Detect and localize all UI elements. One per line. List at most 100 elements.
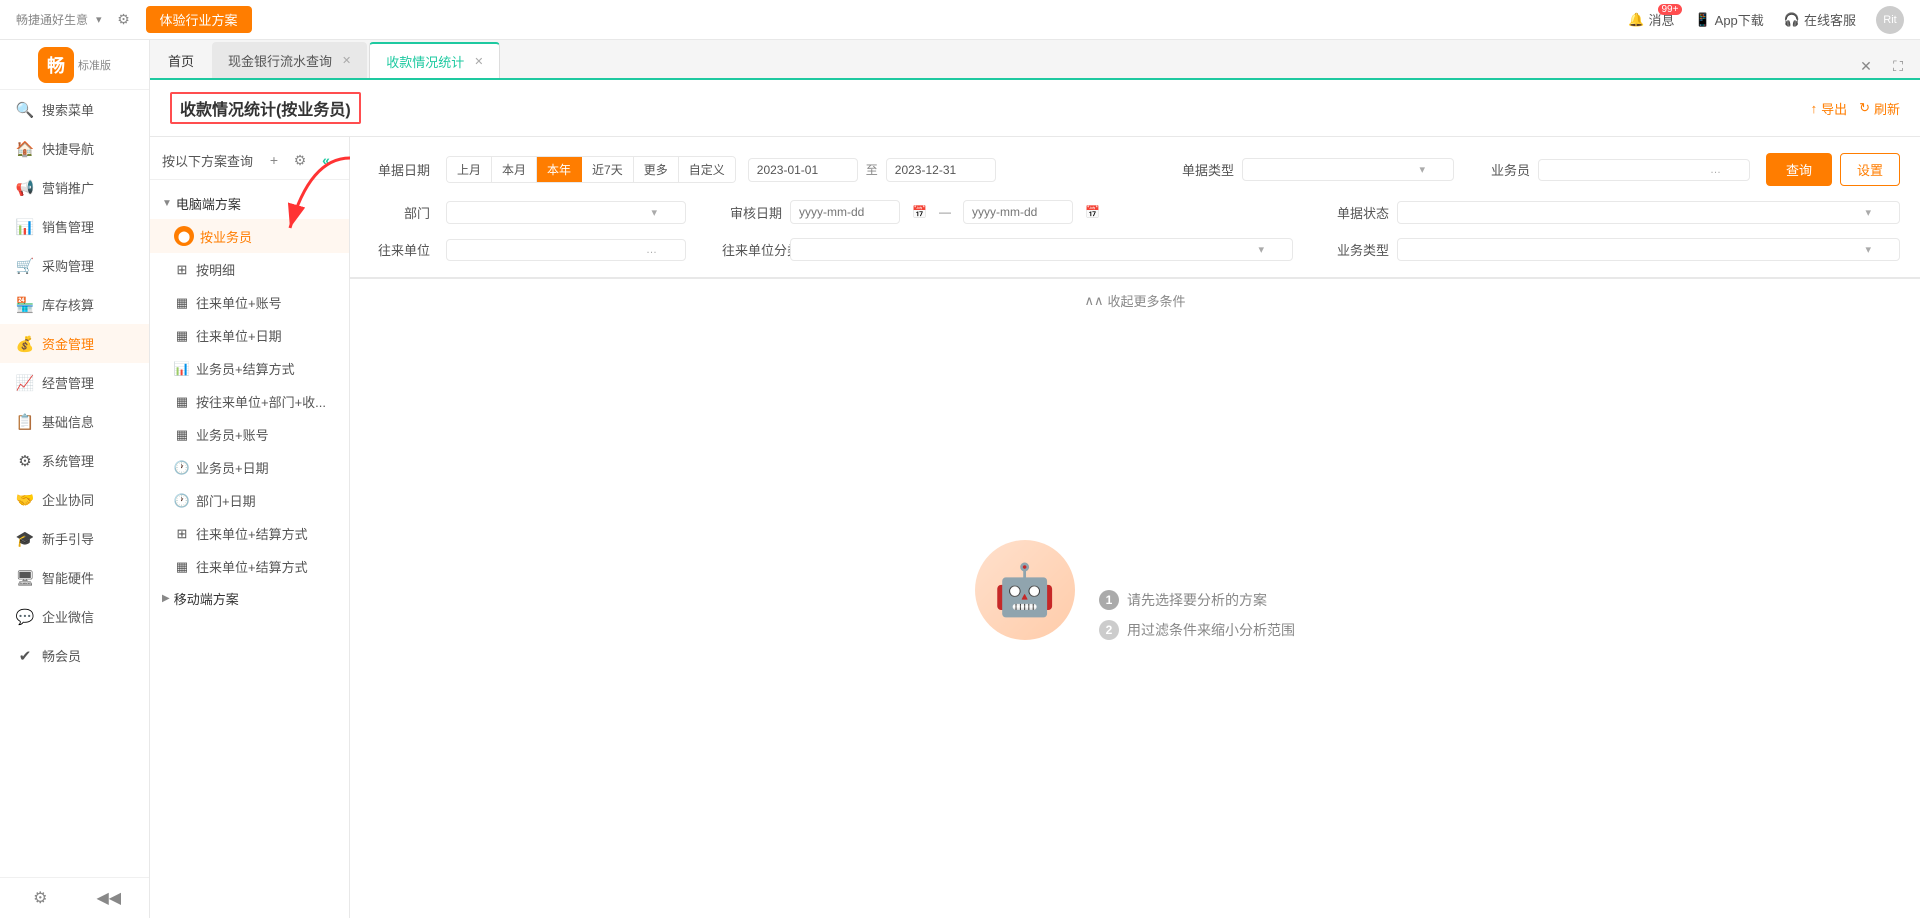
sidebar-item-operations[interactable]: 📈 经营管理 (0, 363, 149, 402)
tab-home[interactable]: 首页 (152, 42, 210, 78)
counterpart-select[interactable]: … (446, 239, 686, 261)
tab-close-all-btn[interactable]: ✕ (1854, 54, 1878, 78)
refresh-button[interactable]: ↻ 刷新 (1859, 99, 1900, 118)
review-date-end-cal[interactable]: 📅 (1085, 205, 1100, 219)
salesperson-filter: 业务员 … (1470, 159, 1750, 181)
tree-collapse-icon: ▶ (162, 593, 170, 604)
export-button[interactable]: ↑ 导出 (1811, 99, 1848, 118)
main-content: 按以下方案查询 + ⚙ « ▼ 电脑端方案 ⬤ (150, 137, 1920, 918)
sidebar-item-inventory-label: 库存核算 (42, 295, 94, 314)
voucher-type-select[interactable]: ▾ (1242, 158, 1454, 181)
collapse-btn[interactable]: ◀◀ (79, 888, 140, 908)
sidebar-item-wechat[interactable]: 💬 企业微信 (0, 597, 149, 636)
date-tab-this-year[interactable]: 本年 (537, 157, 582, 182)
date-tab-custom[interactable]: 自定义 (679, 157, 735, 182)
collapse-more-bar[interactable]: ∧∧ 收起更多条件 (350, 278, 1920, 322)
sidebar-item-member-label: 畅会员 (42, 646, 81, 665)
empty-illustration: 🤖 (975, 540, 1075, 640)
tree-item-unit-date[interactable]: ▦ 往来单位+日期 (150, 319, 349, 352)
sidebar-item-member[interactable]: ✔ 畅会员 (0, 636, 149, 675)
date-tab-more[interactable]: 更多 (634, 157, 679, 182)
date-tab-7days[interactable]: 近7天 (582, 157, 634, 182)
sidebar-item-marketing[interactable]: 📢 营销推广 (0, 168, 149, 207)
sidebar-item-system[interactable]: ⚙ 系统管理 (0, 441, 149, 480)
counterpart-type-select[interactable]: ▾ (790, 238, 1293, 261)
date-tab-last-month[interactable]: 上月 (447, 157, 492, 182)
review-date-start-cal[interactable]: 📅 (912, 205, 927, 219)
sidebar-item-quicknav[interactable]: 🏠 快捷导航 (0, 129, 149, 168)
settings-bottom-btn[interactable]: ⚙ (10, 888, 71, 908)
sidebar-item-finance-label: 资金管理 (42, 334, 94, 353)
tree-item-unit-settlement2[interactable]: ▦ 往来单位+结算方式 (150, 550, 349, 583)
sidebar-item-newbie[interactable]: 🎓 新手引导 (0, 519, 149, 558)
query-button[interactable]: 查询 (1766, 153, 1832, 186)
voucher-status-arrow: ▾ (1865, 206, 1871, 219)
app-download-button[interactable]: 📱 App下载 (1694, 10, 1763, 29)
collapse-panel-btn[interactable]: « (315, 149, 337, 171)
set-button[interactable]: 设置 (1840, 153, 1900, 186)
sidebar-item-search-label: 搜索菜单 (42, 100, 94, 119)
tab-expand-btn[interactable]: ⛶ (1886, 54, 1910, 78)
tab-cashflow-close[interactable]: ✕ (342, 54, 351, 67)
online-service-button[interactable]: 🎧 在线客服 (1784, 10, 1856, 29)
tree-group-desktop-title[interactable]: ▼ 电脑端方案 (150, 188, 349, 219)
sidebar-item-basic[interactable]: 📋 基础信息 (0, 402, 149, 441)
sidebar-item-search[interactable]: 🔍 搜索菜单 (0, 90, 149, 129)
tree-item-salesperson-date-label: 业务员+日期 (196, 458, 269, 477)
tab-cashflow[interactable]: 现金银行流水查询 ✕ (212, 42, 367, 78)
sidebar-item-enterprise[interactable]: 🤝 企业协同 (0, 480, 149, 519)
review-date-start[interactable] (790, 200, 900, 224)
gear-icon[interactable]: ⚙ (110, 6, 138, 34)
tree-group-desktop: ▼ 电脑端方案 ⬤ 按业务员 ⊞ 按明细 ▦ (150, 188, 349, 583)
tab-collection[interactable]: 收款情况统计 ✕ (369, 42, 500, 78)
tree-item-unit-dept[interactable]: ▦ 按往来单位+部门+收... (150, 385, 349, 418)
date-tab-this-month[interactable]: 本月 (492, 157, 537, 182)
message-button[interactable]: 🔔 消息 99+ (1628, 10, 1674, 29)
voucher-status-filter: 单据状态 ▾ (1329, 201, 1900, 224)
date-start-input[interactable] (748, 158, 858, 182)
salesperson-select[interactable]: … (1538, 159, 1750, 181)
tree-item-dept-date[interactable]: 🕐 部门+日期 (150, 484, 349, 517)
enterprise-icon: 🤝 (16, 491, 34, 509)
search-icon: 🔍 (16, 101, 34, 119)
tree-item-by-detail[interactable]: ⊞ 按明细 (150, 253, 349, 286)
sidebar-item-hardware[interactable]: 🖥 智能硬件 (0, 558, 149, 597)
tree-expand-icon: ▼ (162, 198, 172, 209)
tree-item-salesperson-date[interactable]: 🕐 业务员+日期 (150, 451, 349, 484)
left-panel-header: 按以下方案查询 + ⚙ « (150, 137, 349, 180)
dropdown-icon[interactable]: ▾ (96, 13, 102, 26)
quicknav-icon: 🏠 (16, 140, 34, 158)
main-area: 首页 现金银行流水查询 ✕ 收款情况统计 ✕ ✕ ⛶ 收款情况统计(按业务员) … (150, 40, 1920, 918)
tree-item-salesperson-settlement[interactable]: 📊 业务员+结算方式 (150, 352, 349, 385)
tab-collection-close[interactable]: ✕ (474, 55, 483, 68)
bell-icon: 🔔 (1628, 12, 1644, 28)
voucher-type-label: 单据类型 (1174, 160, 1234, 179)
business-type-select[interactable]: ▾ (1397, 238, 1900, 261)
trial-button[interactable]: 体验行业方案 (146, 6, 252, 33)
tree-group-desktop-label: 电脑端方案 (176, 194, 241, 213)
tree-item-unit-settlement1[interactable]: ⊞ 往来单位+结算方式 (150, 517, 349, 550)
tree-group-mobile-title[interactable]: ▶ 移动端方案 (150, 583, 349, 614)
instruction-num-2: 2 (1099, 620, 1119, 640)
tree-group-mobile: ▶ 移动端方案 (150, 583, 349, 614)
sidebar-item-inventory[interactable]: 🏪 库存核算 (0, 285, 149, 324)
user-avatar[interactable]: Rit (1876, 6, 1904, 34)
tree-item-unit-date-label: 往来单位+日期 (196, 326, 282, 345)
tree-item-salesperson-account[interactable]: ▦ 业务员+账号 (150, 418, 349, 451)
tree-item-by-salesperson[interactable]: ⬤ 按业务员 (150, 219, 349, 253)
export-label: 导出 (1821, 99, 1847, 118)
date-end-input[interactable] (886, 158, 996, 182)
review-date-separator: — (935, 205, 955, 219)
review-date-end[interactable] (963, 200, 1073, 224)
add-scheme-btn[interactable]: + (263, 149, 285, 171)
tree-item-unit-account[interactable]: ▦ 往来单位+账号 (150, 286, 349, 319)
setting-scheme-btn[interactable]: ⚙ (289, 149, 311, 171)
collapse-icon: ∧∧ (1084, 293, 1103, 309)
voucher-status-select[interactable]: ▾ (1397, 201, 1900, 224)
department-select[interactable]: ▾ (446, 201, 686, 224)
sidebar-item-finance[interactable]: 💰 资金管理 (0, 324, 149, 363)
sidebar-item-purchase[interactable]: 🛒 采购管理 (0, 246, 149, 285)
edition-label: 标准版 (78, 57, 111, 73)
sidebar-item-sales[interactable]: 📊 销售管理 (0, 207, 149, 246)
filter-row-1: 单据日期 上月 本月 本年 近7天 更多 自定义 至 (370, 153, 1900, 186)
